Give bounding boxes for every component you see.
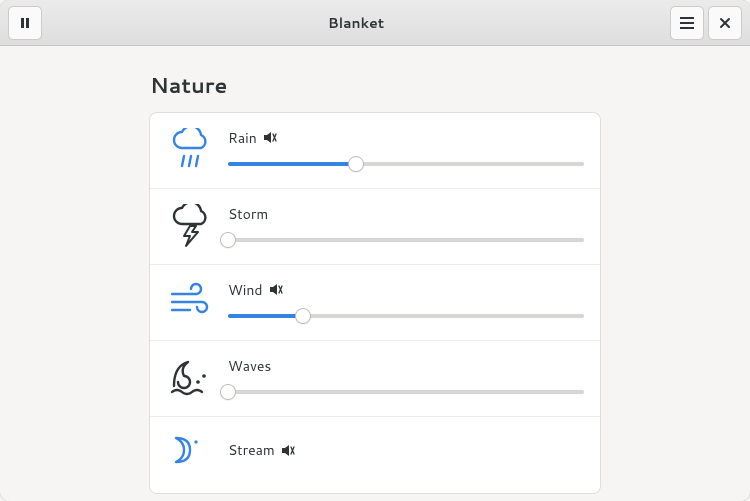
sound-label: Waves bbox=[228, 356, 271, 376]
sound-icon-col bbox=[166, 432, 228, 476]
window-title: Blanket bbox=[44, 13, 668, 33]
app-window: Blanket Nature Rain bbox=[0, 0, 750, 501]
sound-label-line: Stream bbox=[228, 440, 584, 460]
wind-icon bbox=[166, 280, 214, 324]
sound-icon-col bbox=[166, 280, 228, 324]
sound-row-rain: Rain bbox=[150, 113, 600, 189]
slider-track bbox=[228, 390, 584, 394]
sound-row-stream: Stream bbox=[150, 417, 600, 493]
speaker-icon bbox=[269, 283, 283, 296]
sound-icon-col bbox=[166, 128, 228, 172]
pause-button[interactable] bbox=[8, 6, 42, 40]
sound-details: Storm bbox=[228, 204, 584, 248]
sound-icon-col bbox=[166, 204, 228, 248]
rain-icon bbox=[166, 128, 214, 172]
sound-row-wind: Wind bbox=[150, 265, 600, 341]
volume-slider[interactable] bbox=[228, 232, 584, 248]
sound-row-storm: Storm bbox=[150, 189, 600, 265]
sound-label-line: Waves bbox=[228, 356, 584, 376]
slider-fill bbox=[228, 314, 303, 318]
slider-thumb[interactable] bbox=[295, 308, 311, 324]
close-button[interactable] bbox=[708, 6, 742, 40]
sound-details: Rain bbox=[228, 128, 584, 172]
menu-button[interactable] bbox=[670, 6, 704, 40]
sound-label-line: Storm bbox=[228, 204, 584, 224]
sound-label-line: Wind bbox=[228, 280, 584, 300]
sound-row-waves: Waves bbox=[150, 341, 600, 417]
sound-list: Rain Storm bbox=[149, 112, 601, 494]
pause-icon bbox=[19, 17, 31, 29]
waves-icon bbox=[166, 356, 214, 400]
sound-label: Storm bbox=[228, 204, 268, 224]
section-title: Nature bbox=[150, 70, 750, 100]
sound-label-line: Rain bbox=[228, 128, 584, 148]
content-area: Nature Rain bbox=[0, 46, 750, 501]
close-icon bbox=[719, 17, 731, 29]
slider-thumb[interactable] bbox=[220, 384, 236, 400]
sound-label: Wind bbox=[228, 280, 263, 300]
sound-details: Waves bbox=[228, 356, 584, 400]
slider-thumb[interactable] bbox=[220, 232, 236, 248]
speaker-icon bbox=[263, 131, 277, 144]
sound-label: Rain bbox=[228, 128, 257, 148]
volume-slider[interactable] bbox=[228, 308, 584, 324]
speaker-icon bbox=[281, 444, 295, 457]
slider-thumb[interactable] bbox=[348, 156, 364, 172]
volume-slider[interactable] bbox=[228, 156, 584, 172]
sound-icon-col bbox=[166, 356, 228, 400]
hamburger-icon bbox=[680, 17, 694, 29]
storm-icon bbox=[166, 204, 214, 248]
volume-slider[interactable] bbox=[228, 384, 584, 400]
slider-fill bbox=[228, 162, 356, 166]
stream-icon bbox=[166, 432, 214, 476]
headerbar: Blanket bbox=[0, 0, 750, 46]
slider-track bbox=[228, 238, 584, 242]
sound-label: Stream bbox=[228, 440, 275, 460]
sound-details: Stream bbox=[228, 440, 584, 468]
sound-details: Wind bbox=[228, 280, 584, 324]
